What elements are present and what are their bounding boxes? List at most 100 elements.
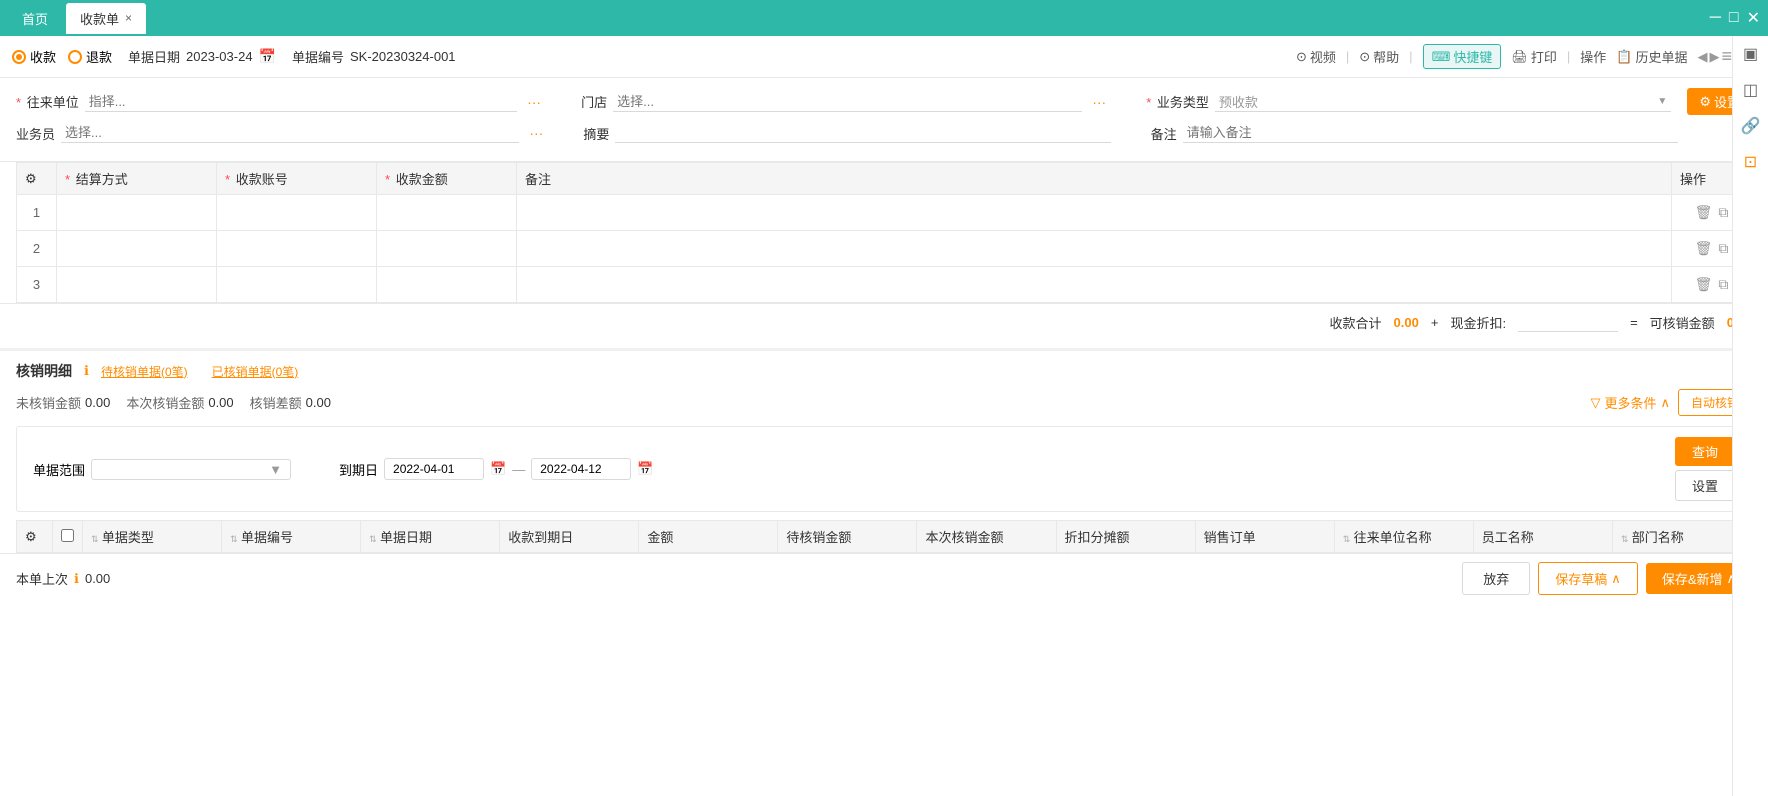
row-1-account[interactable] bbox=[217, 195, 377, 231]
print-btn[interactable]: 🖨 打印 bbox=[1511, 47, 1557, 66]
video-btn[interactable]: ⊙ 视频 bbox=[1296, 47, 1336, 66]
more-conditions-btn[interactable]: ▽ 更多条件 ∧ bbox=[1590, 393, 1670, 412]
bill-range-field: 单据范围 ▼ bbox=[33, 459, 291, 480]
row-3-copy-icon[interactable]: ⧉ bbox=[1718, 276, 1728, 293]
sidebar-layout-icon[interactable]: ◫ bbox=[1743, 80, 1758, 100]
tab-home[interactable]: 首页 bbox=[8, 3, 62, 34]
verify-info-icon[interactable]: ℹ bbox=[84, 363, 89, 379]
save-draft-button[interactable]: 保存草稿 ∧ bbox=[1538, 562, 1638, 595]
total-label: 收款合计 bbox=[1330, 313, 1382, 332]
row-2-amount[interactable] bbox=[377, 231, 517, 267]
tab-bar: 首页 收款单 × ─ □ ✕ bbox=[0, 0, 1768, 36]
table-row: 1 🗑 ⧉ bbox=[17, 195, 1752, 231]
date-value: 2023-03-24 bbox=[186, 49, 253, 64]
sidebar-link-icon[interactable]: 🔗 bbox=[1741, 116, 1761, 136]
form-row-1: * 往来单位 ··· 门店 ··· * 业务类型 ▼ bbox=[16, 88, 1752, 115]
row-2-remark[interactable] bbox=[517, 231, 1672, 267]
operation-btn[interactable]: 操作 bbox=[1580, 47, 1606, 66]
video-icon: ⊙ bbox=[1296, 49, 1307, 65]
next-icon[interactable]: ▶ bbox=[1709, 49, 1719, 65]
row-3-account[interactable] bbox=[217, 267, 377, 303]
bottom-col-checkbox-header[interactable] bbox=[53, 521, 83, 553]
close-icon[interactable]: ✕ bbox=[1747, 8, 1760, 28]
footer-right: 放弃 保存草稿 ∧ 保存&新增 ∧ bbox=[1462, 562, 1752, 595]
verify-stats: 未核销金额 0.00 本次核销金额 0.00 核销差额 0.00 ▽ 更多条件 … bbox=[16, 389, 1752, 416]
end-calendar-icon[interactable]: 📅 bbox=[637, 461, 653, 477]
bottom-col-bill-type-header: ⇅ 单据类型 bbox=[83, 521, 222, 553]
row-3-amount[interactable] bbox=[377, 267, 517, 303]
bottom-col-amount-header: 金额 bbox=[639, 521, 778, 553]
shortcut-btn[interactable]: ⌨ 快捷键 bbox=[1423, 44, 1502, 69]
summary-label: 摘要 bbox=[583, 124, 609, 143]
due-date-end-input[interactable] bbox=[531, 458, 631, 480]
main-area: 收款 退款 单据日期 2023-03-24 📅 单据编号 SK-20230324… bbox=[0, 36, 1768, 796]
done-tab[interactable]: 已核销单据(0笔) bbox=[212, 363, 299, 380]
footer-left: 本单上次 ℹ 0.00 bbox=[16, 569, 110, 588]
footer-current-label: 本单上次 bbox=[16, 569, 68, 588]
col-settlement-header: * 结算方式 bbox=[57, 163, 217, 195]
staff-input[interactable] bbox=[61, 123, 519, 143]
pending-tab[interactable]: 待核销单据(0笔) bbox=[101, 363, 188, 380]
col-account-header: * 收款账号 bbox=[217, 163, 377, 195]
select-all-checkbox[interactable] bbox=[61, 529, 74, 542]
row-1-settlement[interactable] bbox=[57, 195, 217, 231]
equals-sign: = bbox=[1630, 315, 1638, 330]
verify-settings-button[interactable]: 设置 bbox=[1675, 470, 1735, 501]
row-3-settlement[interactable] bbox=[57, 267, 217, 303]
number-label: 单据编号 bbox=[292, 47, 344, 66]
abandon-button[interactable]: 放弃 bbox=[1462, 562, 1530, 595]
row-3-remark[interactable] bbox=[517, 267, 1672, 303]
discount-input[interactable] bbox=[1518, 312, 1618, 332]
tab-close-icon[interactable]: × bbox=[125, 11, 132, 25]
row-1-delete-icon[interactable]: 🗑 bbox=[1695, 204, 1713, 221]
row-3-num: 3 bbox=[17, 267, 57, 303]
print-icon: 🖨 bbox=[1511, 49, 1528, 65]
row-2-account[interactable] bbox=[217, 231, 377, 267]
draft-arrow-icon: ∧ bbox=[1611, 571, 1621, 587]
history-btn[interactable]: 📋 历史单据 bbox=[1616, 47, 1687, 66]
row-2-settlement[interactable] bbox=[57, 231, 217, 267]
counterpart-more-icon[interactable]: ··· bbox=[527, 94, 541, 110]
business-type-input[interactable] bbox=[1215, 92, 1671, 112]
save-draft-label: 保存草稿 bbox=[1555, 569, 1607, 588]
row-1-amount[interactable] bbox=[377, 195, 517, 231]
calendar-icon[interactable]: 📅 bbox=[259, 48, 276, 65]
staff-more-icon[interactable]: ··· bbox=[529, 125, 543, 141]
list-icon[interactable]: ≡ bbox=[1721, 46, 1732, 67]
plus-sign: + bbox=[1431, 315, 1439, 330]
filter-actions: 查询 设置 bbox=[1675, 437, 1735, 501]
due-date-label: 到期日 bbox=[339, 460, 378, 479]
tab-bar-left: 首页 收款单 × bbox=[8, 3, 146, 34]
remark-input[interactable] bbox=[1183, 123, 1678, 143]
row-2-delete-icon[interactable]: 🗑 bbox=[1695, 240, 1713, 257]
start-calendar-icon[interactable]: 📅 bbox=[490, 461, 506, 477]
store-input[interactable] bbox=[613, 92, 1082, 112]
bottom-col-gear-header[interactable]: ⚙ bbox=[17, 521, 53, 553]
radio-receive[interactable]: 收款 bbox=[12, 47, 56, 66]
summary-input[interactable] bbox=[615, 123, 1110, 143]
bill-range-select[interactable]: ▼ bbox=[91, 459, 291, 480]
restore-icon[interactable]: □ bbox=[1729, 9, 1739, 27]
radio-refund[interactable]: 退款 bbox=[68, 47, 112, 66]
sidebar-active-icon[interactable]: ⊡ bbox=[1744, 152, 1757, 172]
counterpart-input[interactable] bbox=[85, 92, 517, 112]
due-date-start-input[interactable] bbox=[384, 458, 484, 480]
prev-icon[interactable]: ◀ bbox=[1697, 49, 1707, 65]
row-3-delete-icon[interactable]: 🗑 bbox=[1695, 276, 1713, 293]
tab-current[interactable]: 收款单 × bbox=[66, 3, 146, 34]
help-btn[interactable]: ⊙ 帮助 bbox=[1359, 47, 1399, 66]
verify-header: 核销明细 ℹ 待核销单据(0笔) 已核销单据(0笔) bbox=[16, 361, 1752, 381]
col-gear-header[interactable]: ⚙ bbox=[17, 163, 57, 195]
minimize-icon[interactable]: ─ bbox=[1710, 9, 1721, 27]
row-1-remark[interactable] bbox=[517, 195, 1672, 231]
query-button[interactable]: 查询 bbox=[1675, 437, 1735, 466]
footer: 本单上次 ℹ 0.00 放弃 保存草稿 ∧ 保存&新增 ∧ bbox=[0, 553, 1768, 603]
footer-info-icon[interactable]: ℹ bbox=[74, 571, 79, 587]
store-more-icon[interactable]: ··· bbox=[1092, 94, 1106, 110]
row-2-copy-icon[interactable]: ⧉ bbox=[1718, 240, 1728, 257]
verify-title: 核销明细 bbox=[16, 361, 72, 381]
row-1-copy-icon[interactable]: ⧉ bbox=[1718, 204, 1728, 221]
history-icon: 📋 bbox=[1616, 49, 1632, 65]
sidebar-table-icon[interactable]: ▣ bbox=[1743, 44, 1758, 64]
counterpart-label: * 往来单位 bbox=[16, 92, 79, 111]
